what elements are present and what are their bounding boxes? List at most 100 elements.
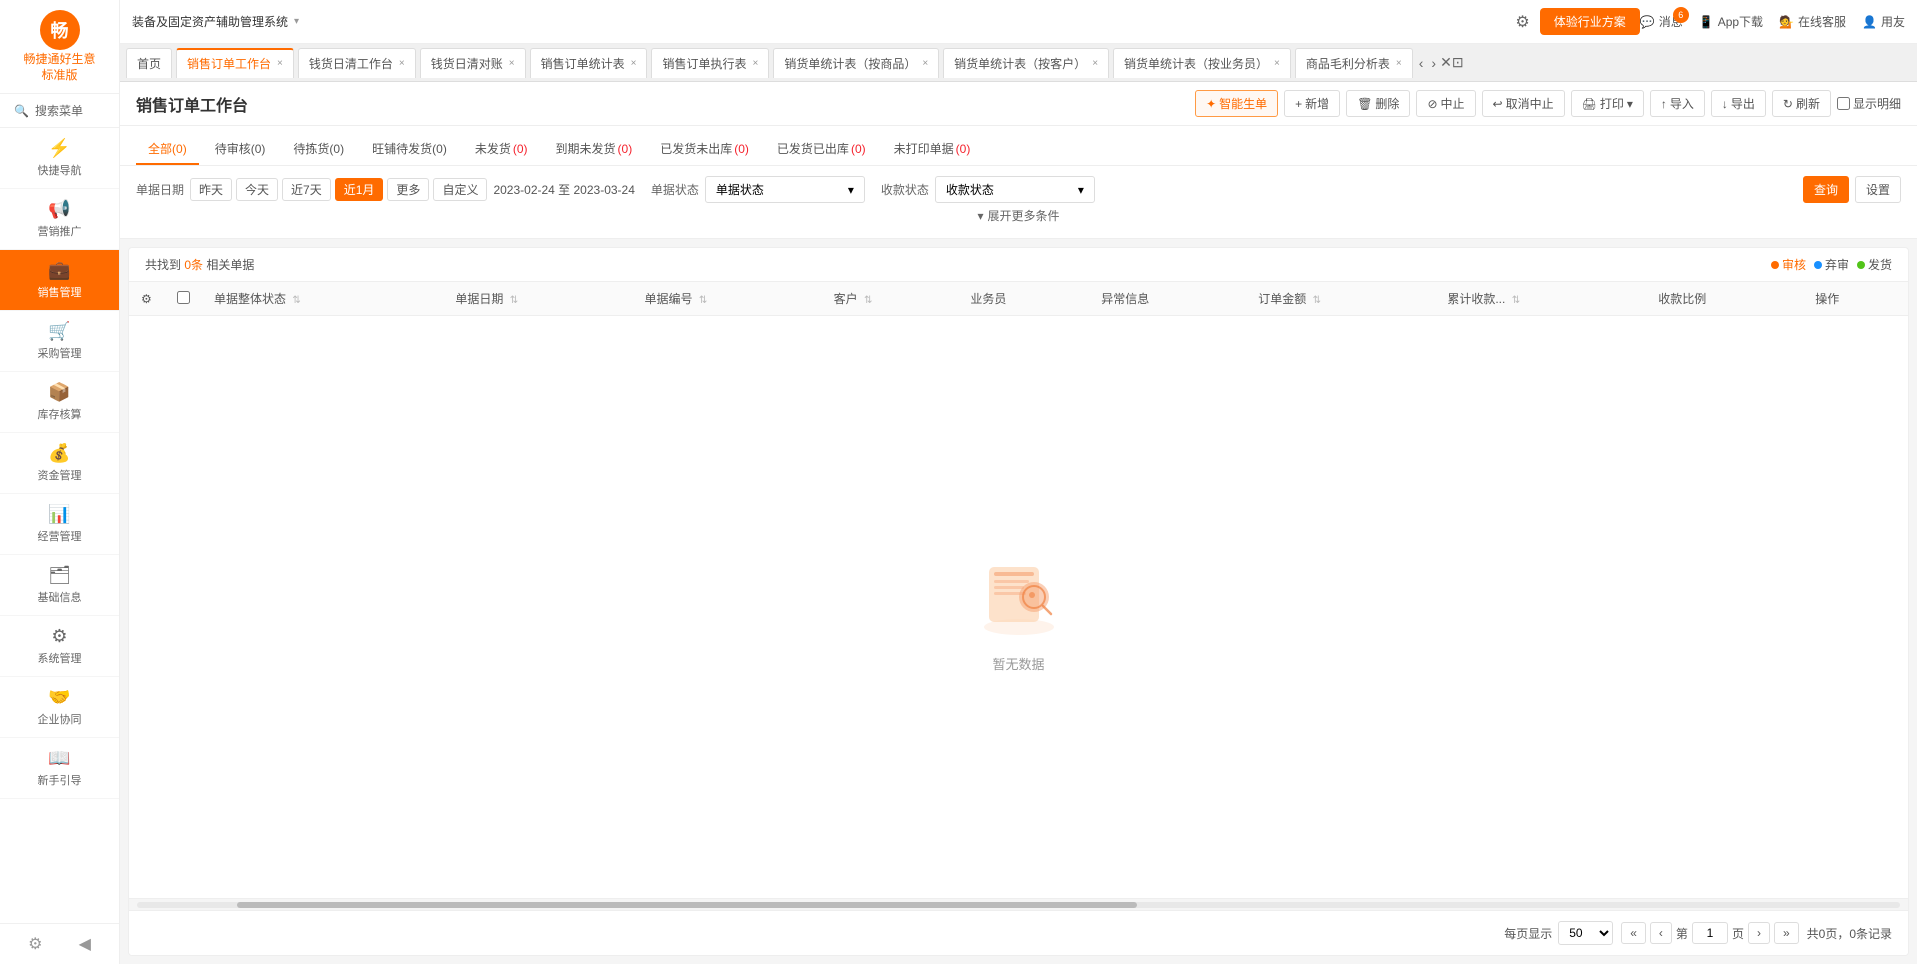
status-select[interactable]: 单据状态 ▾ (705, 176, 865, 203)
topbar-online-service[interactable]: 💁 在线客服 (1779, 13, 1846, 30)
sub-tab-unshipped[interactable]: 未发货(0) (463, 134, 540, 165)
sidebar-item-basic[interactable]: 🗂 基础信息 (0, 555, 119, 616)
sort-collected-icon[interactable]: ⇅ (1512, 295, 1520, 306)
tab-sales-stats[interactable]: 销售订单统计表 × (530, 48, 648, 78)
date-btn-custom[interactable]: 自定义 (433, 178, 487, 201)
refresh-btn[interactable]: ↻ 刷新 (1772, 90, 1831, 117)
sidebar-collapse-icon[interactable]: ◀ (79, 934, 91, 954)
sidebar-item-quick-nav[interactable]: ⚡ 快捷导航 (0, 128, 119, 189)
delete-btn[interactable]: 🗑 删除 (1346, 90, 1410, 117)
add-btn[interactable]: + 新增 (1284, 90, 1340, 117)
sidebar-item-purchase[interactable]: 🛒 采购管理 (0, 311, 119, 372)
topbar-user[interactable]: 👤 用友 (1862, 13, 1905, 30)
sidebar-settings-icon[interactable]: ⚙ (28, 934, 42, 954)
tab-cash-daily[interactable]: 钱货日清工作台 × (298, 48, 416, 78)
col-checkbox-header[interactable] (165, 282, 202, 316)
date-btn-yesterday[interactable]: 昨天 (190, 178, 232, 201)
sub-tab-all[interactable]: 全部(0) (136, 134, 199, 165)
date-range-value: 2023-02-24 至 2023-03-24 (493, 181, 634, 198)
date-btn-1month[interactable]: 近1月 (335, 178, 384, 201)
filter-setting-btn[interactable]: 设置 (1855, 176, 1901, 203)
sub-tab-unprinted[interactable]: 未打印单据(0) (882, 134, 983, 165)
topbar-settings-icon[interactable]: ⚙ (1515, 12, 1529, 32)
col-settings[interactable]: ⚙ (129, 282, 165, 316)
sub-tabs: 全部(0) 待审核(0) 待拣货(0) 旺铺待发货(0) 未发货(0) 到期未发… (120, 126, 1917, 166)
sidebar-item-operations[interactable]: 📊 经营管理 (0, 494, 119, 555)
print-btn[interactable]: 🖨 打印 ▾ (1571, 90, 1644, 117)
stop-btn[interactable]: ⊘ 中止 (1416, 90, 1475, 117)
cancel-stop-btn[interactable]: ↩ 取消中止 (1482, 90, 1565, 117)
tab-close-cash-daily[interactable]: × (399, 58, 405, 69)
sidebar-item-marketing[interactable]: 📢 营销推广 (0, 189, 119, 250)
trial-btn[interactable]: 体验行业方案 (1540, 8, 1640, 35)
page-last-btn[interactable]: » (1774, 922, 1799, 944)
import-btn[interactable]: ↑ 导入 (1650, 90, 1705, 117)
search-btn[interactable]: 查询 (1803, 176, 1849, 203)
topbar-app-download[interactable]: 📱 App下载 (1699, 13, 1763, 30)
tab-expand-btn[interactable]: ⊡ (1452, 54, 1464, 71)
show-detail-input[interactable] (1837, 97, 1850, 110)
show-detail-checkbox[interactable]: 显示明细 (1837, 95, 1901, 112)
page-size-select[interactable]: 50 100 200 (1558, 921, 1613, 945)
print-dropdown-icon[interactable]: ▾ (1627, 97, 1633, 111)
sub-tab-overdue-unshipped[interactable]: 到期未发货(0) (544, 134, 645, 165)
tab-sales-salesperson[interactable]: 销货单统计表（按业务员） × (1113, 48, 1291, 78)
tab-prev-btn[interactable]: ‹ (1415, 53, 1428, 73)
table-area: 共找到 0条 相关单据 审核 弃审 发货 (128, 247, 1909, 956)
expand-more-btn[interactable]: ▾ 展开更多条件 (977, 207, 1059, 224)
tab-gross-margin[interactable]: 商品毛利分析表 × (1295, 48, 1413, 78)
unreview-action-btn[interactable]: 弃审 (1814, 256, 1849, 273)
tab-sales-customer[interactable]: 销货单统计表（按客户） × (943, 48, 1109, 78)
topbar-message[interactable]: 💬 消息 6 (1640, 13, 1683, 30)
scrollbar-thumb[interactable] (237, 902, 1137, 908)
tab-next-btn[interactable]: › (1427, 53, 1440, 73)
tab-close-sales-product[interactable]: × (922, 58, 928, 69)
topbar-dropdown-arrow[interactable]: ▾ (294, 16, 299, 27)
tab-close-sales-exec[interactable]: × (752, 58, 758, 69)
sub-tab-pending-review[interactable]: 待审核(0) (203, 134, 278, 165)
sales-icon: 💼 (48, 260, 70, 281)
tab-close-sales-workbench[interactable]: × (277, 58, 283, 69)
page-prev-btn[interactable]: ‹ (1650, 922, 1672, 944)
sub-tab-shipped-out[interactable]: 已发货已出库(0) (765, 134, 878, 165)
ai-generate-btn[interactable]: ✦ 智能生单 (1195, 90, 1278, 117)
export-btn[interactable]: ↓ 导出 (1711, 90, 1766, 117)
tab-cash-reconcile[interactable]: 钱货日清对账 × (420, 48, 526, 78)
select-all-checkbox[interactable] (177, 291, 190, 304)
sidebar-item-sales[interactable]: 💼 销售管理 (0, 250, 119, 311)
date-btn-more[interactable]: 更多 (387, 178, 429, 201)
tab-sales-product[interactable]: 销货单统计表（按商品） × (773, 48, 939, 78)
page-next-btn[interactable]: › (1748, 922, 1770, 944)
tab-sales-exec[interactable]: 销售订单执行表 × (651, 48, 769, 78)
sort-customer-icon[interactable]: ⇅ (864, 295, 872, 306)
tab-close-sales-salesperson[interactable]: × (1274, 58, 1280, 69)
review-action-btn[interactable]: 审核 (1771, 256, 1806, 273)
tab-home[interactable]: 首页 (126, 48, 172, 78)
sidebar-item-system[interactable]: ⚙ 系统管理 (0, 616, 119, 677)
date-btn-7days[interactable]: 近7天 (282, 178, 331, 201)
date-btn-today[interactable]: 今天 (236, 178, 278, 201)
tab-close-sales-stats[interactable]: × (631, 58, 637, 69)
sort-amount-icon[interactable]: ⇅ (1313, 295, 1321, 306)
sub-tab-shipped-not-out[interactable]: 已发货未出库(0) (648, 134, 761, 165)
page-first-btn[interactable]: « (1621, 922, 1646, 944)
sort-date-icon[interactable]: ⇅ (510, 295, 518, 306)
ship-action-btn[interactable]: 发货 (1857, 256, 1892, 273)
tab-sales-workbench[interactable]: 销售订单工作台 × (176, 48, 294, 78)
sidebar-item-guide[interactable]: 📖 新手引导 (0, 738, 119, 799)
sidebar-item-enterprise[interactable]: 🤝 企业协同 (0, 677, 119, 738)
tab-close-sales-customer[interactable]: × (1092, 58, 1098, 69)
sub-tab-pending-pick[interactable]: 待拣货(0) (281, 134, 356, 165)
sort-number-icon[interactable]: ⇅ (699, 295, 707, 306)
tab-close-cash-reconcile[interactable]: × (509, 58, 515, 69)
tab-close-gross-margin[interactable]: × (1396, 58, 1402, 69)
page-input[interactable] (1692, 922, 1728, 944)
sidebar-search[interactable]: 🔍 搜索菜单 (0, 94, 119, 128)
horizontal-scrollbar[interactable] (129, 898, 1908, 910)
sidebar-item-inventory[interactable]: 📦 库存核算 (0, 372, 119, 433)
sort-status-icon[interactable]: ⇅ (292, 295, 300, 306)
tab-close-all-btn[interactable]: ✕ (1440, 54, 1452, 71)
sidebar-item-finance[interactable]: 💰 资金管理 (0, 433, 119, 494)
sub-tab-wangpu[interactable]: 旺铺待发货(0) (360, 134, 459, 165)
payment-select[interactable]: 收款状态 ▾ (935, 176, 1095, 203)
